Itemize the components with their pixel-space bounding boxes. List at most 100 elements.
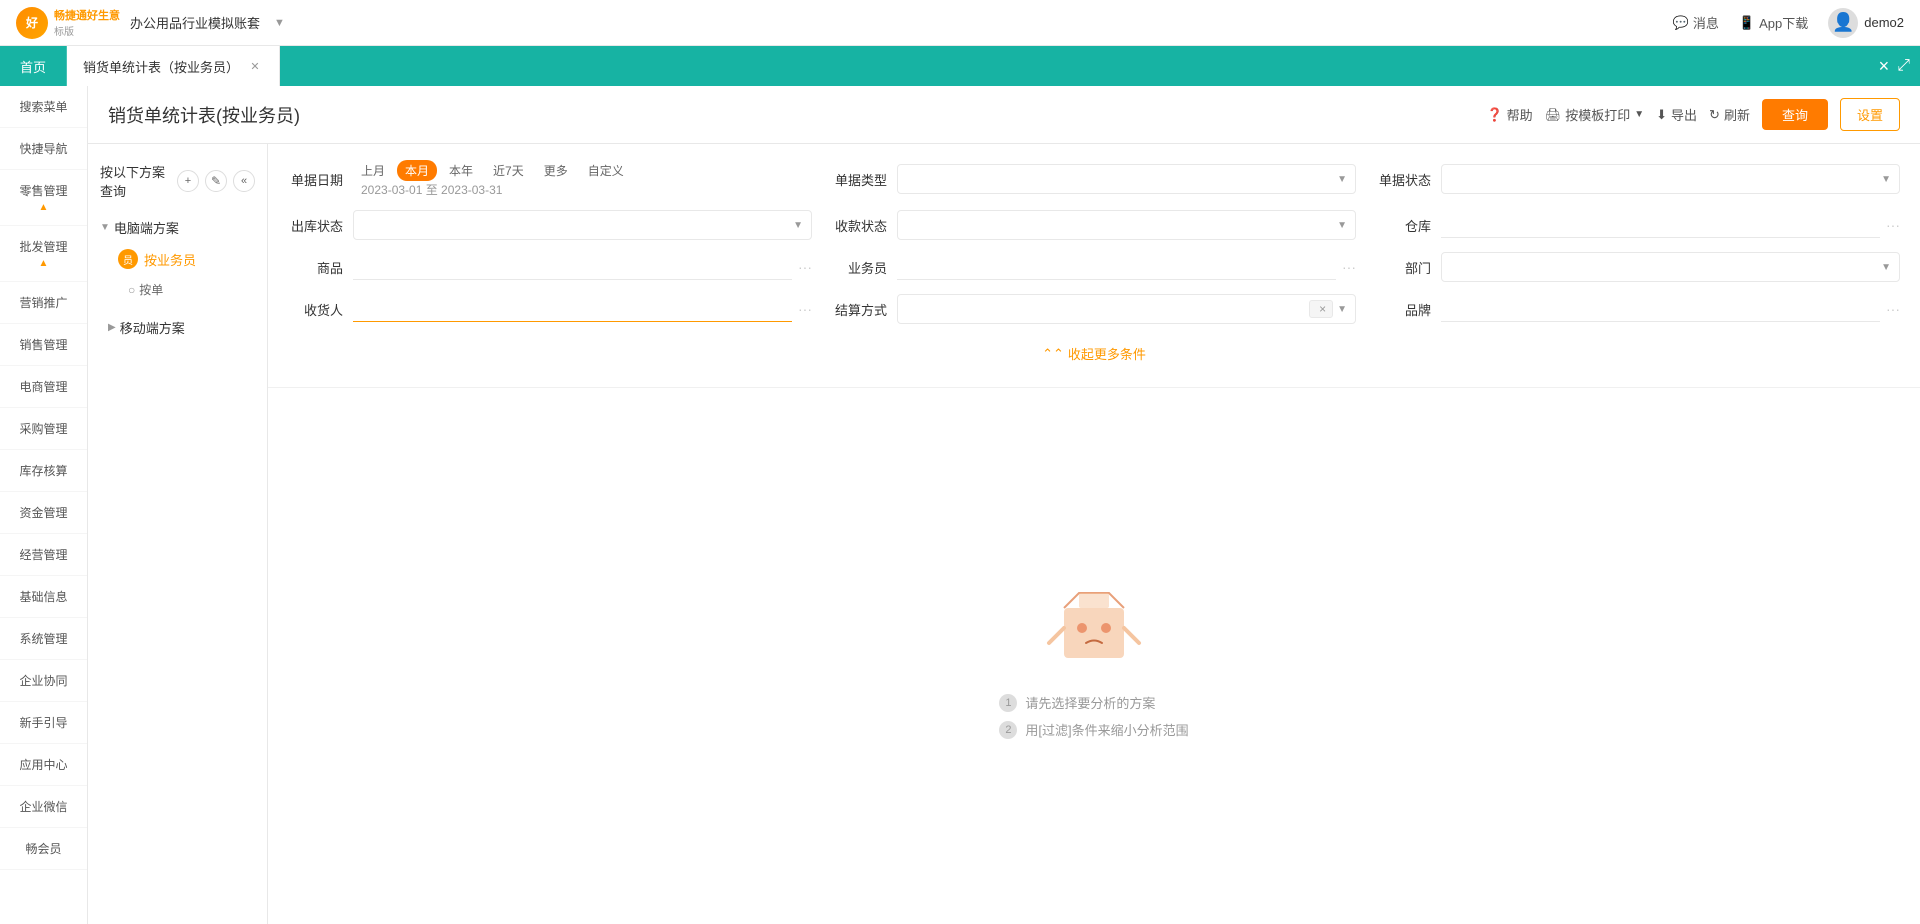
edit-scheme-btn[interactable]: ✎: [205, 170, 227, 192]
filter-cell-receiptstatus: 收款状态 ▼: [832, 210, 1356, 240]
receiver-control: ···: [353, 296, 812, 322]
warehouse-control: ···: [1441, 212, 1900, 238]
tab-home[interactable]: 首页: [0, 46, 67, 86]
filter-cell-docstatus: 单据状态 ▼: [1376, 160, 1900, 198]
panel-header: 按以下方案查询 + ✎ «: [88, 154, 267, 208]
filter-row-4: 收货人 ··· 结算方式: [288, 294, 1900, 324]
scheme-group-pc-header[interactable]: ▼ 电脑端方案: [88, 212, 267, 243]
receiptstatus-select[interactable]: ▼: [897, 210, 1356, 240]
help-btn[interactable]: ❓ 帮助: [1486, 105, 1532, 124]
tip-num-2: 2: [999, 721, 1017, 739]
date-btn-thisyear[interactable]: 本年: [441, 160, 481, 181]
goods-label: 商品: [288, 258, 353, 277]
top-header: 好 畅捷通好生意 标版 办公用品行业模拟账套 ▼ 💬 消息 📱 App下载 👤 …: [0, 0, 1920, 46]
sidebar-item-guide[interactable]: 新手引导: [0, 702, 87, 744]
date-btn-thismonth[interactable]: 本月: [397, 160, 437, 181]
outstatus-arrow: ▼: [793, 220, 803, 231]
panel-header-actions: + ✎ «: [177, 170, 255, 192]
brand-dots[interactable]: ···: [1886, 301, 1900, 317]
refresh-btn[interactable]: ↻ 刷新: [1709, 105, 1750, 124]
tab-bar-right: × ⤢: [1869, 46, 1920, 86]
sidebar-item-system[interactable]: 系统管理: [0, 618, 87, 660]
sidebar-item-search[interactable]: 搜索菜单: [0, 86, 87, 128]
query-button[interactable]: 查询: [1762, 99, 1828, 130]
sidebar-item-wechat[interactable]: 企业微信: [0, 786, 87, 828]
settlement-tag-close[interactable]: ×: [1319, 302, 1326, 316]
sidebar-item-appstore[interactable]: 应用中心: [0, 744, 87, 786]
sidebar-item-member[interactable]: 畅会员: [0, 828, 87, 870]
sidebar-item-basic-info[interactable]: 基础信息: [0, 576, 87, 618]
date-btn-more[interactable]: 更多: [536, 160, 576, 181]
docstatus-label: 单据状态: [1376, 170, 1441, 189]
collapse-filters-btn[interactable]: ⌃⌃ 收起更多条件: [288, 336, 1900, 371]
sidebar-item-enterprise[interactable]: 企业协同: [0, 660, 87, 702]
filter-cell-settlement: 结算方式 × ▼: [832, 294, 1356, 324]
outstatus-control: ▼: [353, 210, 812, 240]
settings-button[interactable]: 设置: [1840, 98, 1900, 131]
collapse-panel-btn[interactable]: «: [233, 170, 255, 192]
sidebar: 搜索菜单 快捷导航 零售管理 ▲ 批发管理 ▲ 营销推广 销售管理 电商管理 采…: [0, 86, 88, 924]
template-print-btn[interactable]: 🖨 按模板打印 ▼: [1545, 105, 1644, 124]
docstatus-select[interactable]: ▼: [1441, 164, 1900, 194]
doctype-select[interactable]: ▼: [897, 164, 1356, 194]
expand-window-icon[interactable]: ⤢: [1897, 57, 1910, 75]
close-window-icon[interactable]: ×: [1879, 56, 1890, 77]
add-scheme-btn[interactable]: +: [177, 170, 199, 192]
scheme-group-mobile-header[interactable]: ▶ 移动端方案: [88, 312, 267, 343]
filter-cell-dept: 部门 ▼: [1376, 252, 1900, 282]
sidebar-item-purchase[interactable]: 采购管理: [0, 408, 87, 450]
export-btn[interactable]: ⬇ 导出: [1656, 105, 1697, 124]
scheme-item-salesperson[interactable]: 员 按业务员: [88, 243, 267, 275]
goods-dots[interactable]: ···: [798, 259, 812, 275]
date-range-display: 2023-03-01 至 2023-03-31: [361, 181, 812, 198]
sidebar-item-sales[interactable]: 销售管理: [0, 324, 87, 366]
page-header: 销货单统计表(按业务员) ❓ 帮助 🖨 按模板打印 ▼ ⬇ 导出 ↻ 刷新: [88, 86, 1920, 144]
dept-select[interactable]: ▼: [1441, 252, 1900, 282]
tab-sales-report[interactable]: 销货单统计表（按业务员） ✕: [67, 46, 280, 86]
sidebar-item-operations[interactable]: 经营管理: [0, 534, 87, 576]
user-area[interactable]: 👤 demo2: [1828, 8, 1904, 38]
warehouse-input[interactable]: [1441, 212, 1880, 238]
sidebar-item-marketing[interactable]: 营销推广: [0, 282, 87, 324]
scheme-item-order[interactable]: ○ 按单: [88, 275, 267, 304]
goods-input[interactable]: [353, 254, 792, 280]
date-label: 单据日期: [288, 170, 353, 189]
scheme-group-mobile: ▶ 移动端方案: [88, 308, 267, 347]
export-icon: ⬇: [1656, 107, 1667, 123]
brand-input[interactable]: [1441, 296, 1880, 322]
dept-label: 部门: [1376, 258, 1441, 277]
sidebar-item-retail[interactable]: 零售管理 ▲: [0, 170, 87, 226]
refresh-icon: ↻: [1709, 107, 1720, 123]
download-icon: 📱: [1739, 15, 1755, 31]
doctype-label: 单据类型: [832, 170, 897, 189]
group-expand-icon: ▼: [100, 222, 110, 233]
sidebar-item-finance[interactable]: 资金管理: [0, 492, 87, 534]
receiver-input[interactable]: [353, 296, 792, 322]
outstatus-select[interactable]: ▼: [353, 210, 812, 240]
message-btn[interactable]: 💬 消息: [1673, 13, 1719, 32]
date-btn-7days[interactable]: 近7天: [485, 160, 532, 181]
sidebar-item-inventory[interactable]: 库存核算: [0, 450, 87, 492]
app-title-dropdown[interactable]: ▼: [274, 17, 285, 29]
salesperson-dots[interactable]: ···: [1342, 259, 1356, 275]
filter-cell-outstatus: 出库状态 ▼: [288, 210, 812, 240]
empty-illustration: [1044, 573, 1144, 673]
tab-close-btn[interactable]: ✕: [247, 58, 263, 74]
empty-tips: 1 请先选择要分析的方案 2 用[过滤]条件来缩小分析范围: [999, 693, 1188, 739]
filter-cell-salesperson: 业务员 ···: [832, 252, 1356, 282]
warehouse-label: 仓库: [1376, 216, 1441, 235]
doctype-arrow: ▼: [1337, 174, 1347, 185]
app-download-btn[interactable]: 📱 App下载: [1739, 13, 1808, 32]
salesperson-input[interactable]: [897, 254, 1336, 280]
date-btn-custom[interactable]: 自定义: [580, 160, 632, 181]
date-btn-lastmonth[interactable]: 上月: [353, 160, 393, 181]
filter-row-1: 单据日期 上月 本月 本年 近7天 更多 自定义 20: [288, 160, 1900, 198]
sidebar-item-nav[interactable]: 快捷导航: [0, 128, 87, 170]
receiver-dots[interactable]: ···: [798, 301, 812, 317]
date-control: 上月 本月 本年 近7天 更多 自定义 2023-03-01 至 2023-03…: [353, 160, 812, 198]
filter-row-3: 商品 ··· 业务员 ···: [288, 252, 1900, 282]
sidebar-item-ecommerce[interactable]: 电商管理: [0, 366, 87, 408]
warehouse-dots[interactable]: ···: [1886, 217, 1900, 233]
sidebar-item-wholesale[interactable]: 批发管理 ▲: [0, 226, 87, 282]
settlement-select[interactable]: × ▼: [897, 294, 1356, 324]
